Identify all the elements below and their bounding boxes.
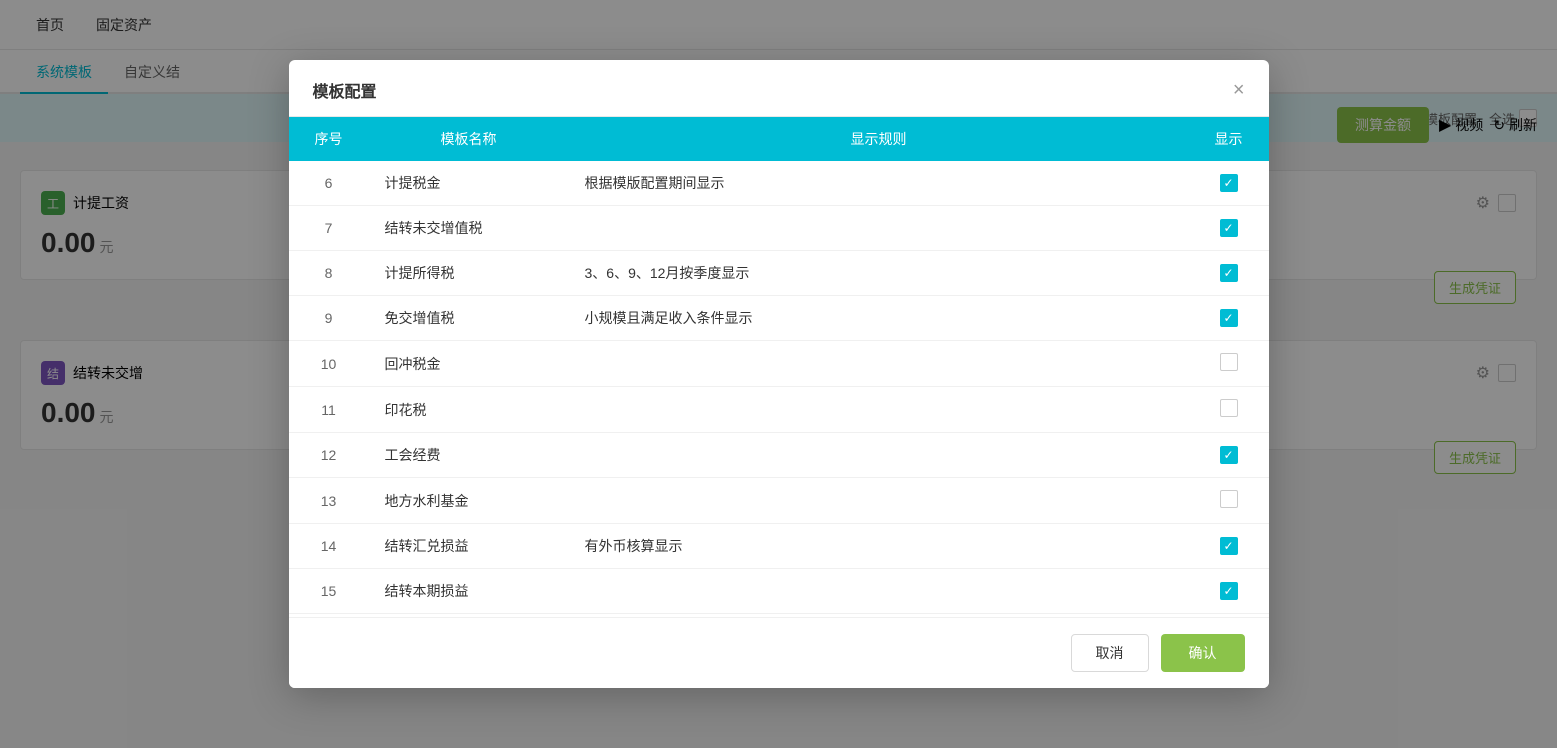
checkbox-row-7[interactable] [1220,490,1238,508]
cell-display: ✓ [1189,524,1269,569]
cell-rule [569,387,1189,433]
cell-display [1189,341,1269,387]
cell-rule [569,433,1189,478]
cancel-button[interactable]: 取消 [1071,634,1149,672]
checkbox-row-8[interactable]: ✓ [1220,537,1238,555]
cell-rule [569,341,1189,387]
cell-display: ✓ [1189,251,1269,296]
confirm-button[interactable]: 确认 [1161,634,1245,672]
table-row: 6计提税金根据模版配置期间显示 ✓ [289,161,1269,206]
cell-name: 回冲税金 [369,341,569,387]
cell-display [1189,387,1269,433]
dialog-title: 模板配置 [313,78,377,102]
cell-seq: 13 [289,478,369,524]
cell-seq: 7 [289,206,369,251]
col-display: 显示 [1189,117,1269,161]
cell-display: ✓ [1189,296,1269,341]
table-row: 8计提所得税3、6、9、12月按季度显示 ✓ [289,251,1269,296]
cell-seq: 11 [289,387,369,433]
cell-display [1189,478,1269,524]
table-row: 12工会经费 ✓ [289,433,1269,478]
checkbox-row-0[interactable]: ✓ [1220,174,1238,192]
cell-name: 结转本期损益 [369,569,569,614]
checkbox-row-3[interactable]: ✓ [1220,309,1238,327]
table-row: 11印花税 [289,387,1269,433]
cell-name: 地方水利基金 [369,478,569,524]
cell-seq: 10 [289,341,369,387]
template-config-dialog: 模板配置 × 序号 模板名称 显示规则 显示 6计提税金根据模版配置期间显示✓7… [289,60,1269,688]
checkbox-row-1[interactable]: ✓ [1220,219,1238,237]
col-seq: 序号 [289,117,369,161]
dialog-table-body: 6计提税金根据模版配置期间显示✓7结转未交增值税✓8计提所得税3、6、9、12月… [289,161,1269,617]
cell-rule: 有外币核算显示 [569,524,1189,569]
cell-rule: 3、6、9、12月按季度显示 [569,251,1189,296]
dialog-table: 序号 模板名称 显示规则 显示 6计提税金根据模版配置期间显示✓7结转未交增值税… [289,117,1269,617]
cell-name: 计提税金 [369,161,569,206]
cell-rule: 小规模且满足收入条件显示 [569,296,1189,341]
cell-display: ✓ [1189,161,1269,206]
checkbox-row-6[interactable]: ✓ [1220,446,1238,464]
table-row: 10回冲税金 [289,341,1269,387]
cell-name: 结转未交增值税 [369,206,569,251]
cell-seq: 6 [289,161,369,206]
dialog-overlay: 模板配置 × 序号 模板名称 显示规则 显示 6计提税金根据模版配置期间显示✓7… [0,0,1557,748]
cell-name: 计提所得税 [369,251,569,296]
cell-display: ✓ [1189,569,1269,614]
dialog-table-head: 序号 模板名称 显示规则 显示 [289,117,1269,161]
cell-display: ✓ [1189,206,1269,251]
checkbox-row-5[interactable] [1220,399,1238,417]
cell-seq: 12 [289,433,369,478]
cell-name: 印花税 [369,387,569,433]
cell-rule: 根据模版配置期间显示 [569,161,1189,206]
cell-rule [569,206,1189,251]
cell-seq: 9 [289,296,369,341]
cell-seq: 15 [289,569,369,614]
dialog-close-button[interactable]: × [1233,80,1245,100]
dialog-header: 模板配置 × [289,60,1269,117]
checkbox-row-9[interactable]: ✓ [1220,582,1238,600]
table-row: 13地方水利基金 [289,478,1269,524]
checkbox-row-2[interactable]: ✓ [1220,264,1238,282]
cell-rule [569,569,1189,614]
table-row: 15结转本期损益 ✓ [289,569,1269,614]
dialog-footer: 取消 确认 [289,617,1269,688]
col-name: 模板名称 [369,117,569,161]
cell-seq: 14 [289,524,369,569]
table-row: 14结转汇兑损益有外币核算显示 ✓ [289,524,1269,569]
dialog-table-wrapper: 序号 模板名称 显示规则 显示 6计提税金根据模版配置期间显示✓7结转未交增值税… [289,117,1269,617]
cell-name: 免交增值税 [369,296,569,341]
table-row: 9免交增值税小规模且满足收入条件显示 ✓ [289,296,1269,341]
col-rule: 显示规则 [569,117,1189,161]
cell-name: 结转汇兑损益 [369,524,569,569]
checkbox-row-4[interactable] [1220,353,1238,371]
cell-display: ✓ [1189,433,1269,478]
cell-rule [569,478,1189,524]
table-row: 7结转未交增值税 ✓ [289,206,1269,251]
cell-name: 工会经费 [369,433,569,478]
cell-seq: 8 [289,251,369,296]
